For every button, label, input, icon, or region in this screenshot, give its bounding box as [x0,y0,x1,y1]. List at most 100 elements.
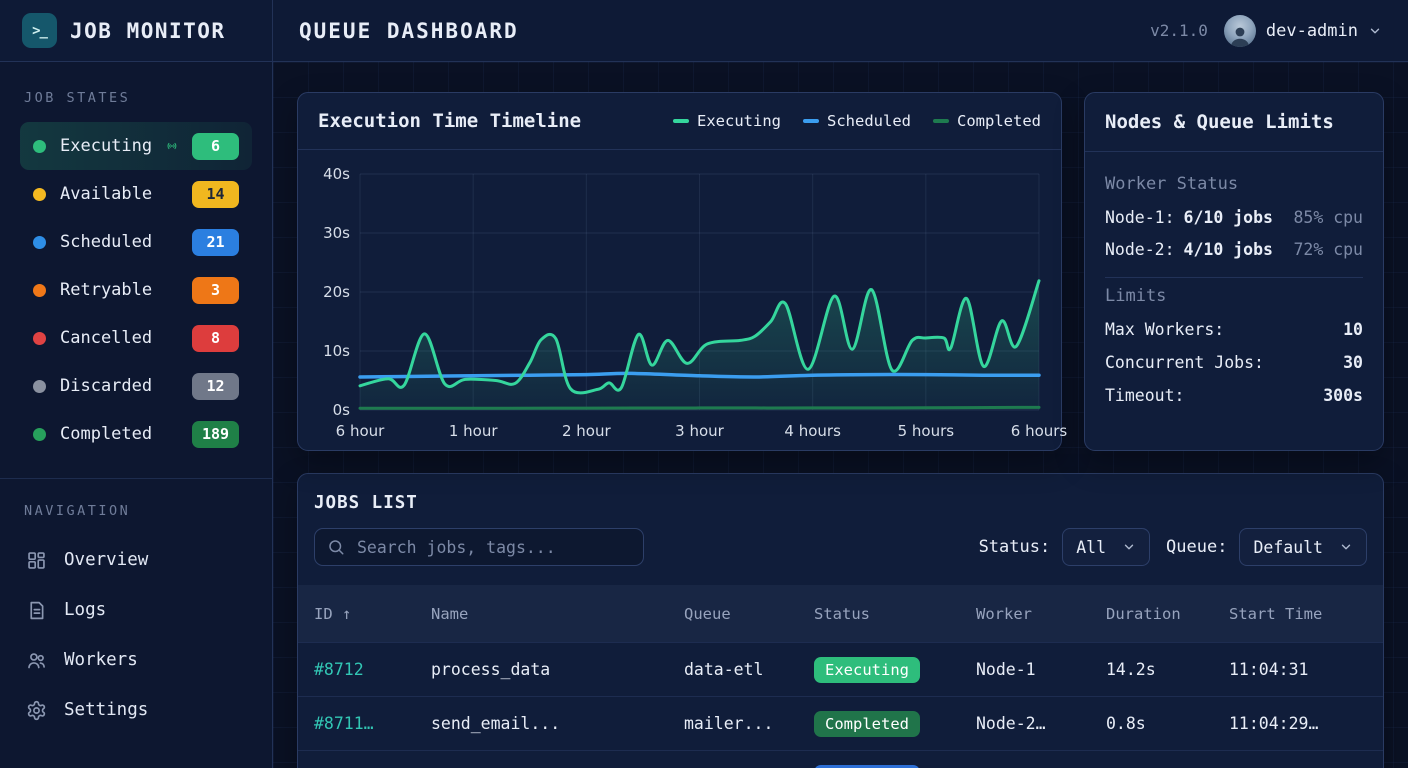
legend-item-scheduled[interactable]: Scheduled [803,112,911,130]
job-id-link[interactable]: #8712 [314,660,431,679]
job-start-time: 11:04:29… [1229,714,1319,733]
limit-value: 10 [1343,320,1363,339]
y-tick: 10s [323,342,350,360]
worker-name: Node-2: [1105,240,1175,259]
filter-select-status[interactable]: All [1062,528,1151,566]
nav-label: Workers [64,650,138,670]
worker-status-heading: Worker Status [1105,174,1239,194]
state-label: Discarded [60,376,153,396]
main-content: Execution Time Timeline Executing Schedul… [273,62,1408,768]
filter-label: Queue: [1166,537,1228,557]
worker-name: Node-1: [1105,208,1175,227]
column-header-6[interactable]: Start Time [1229,605,1367,623]
state-dot [33,283,46,297]
column-header-5[interactable]: Duration [1106,605,1229,623]
nav-label: Logs [64,600,107,620]
file-icon [26,600,47,621]
state-label: Retryable [60,280,153,300]
sidebar-state-completed[interactable]: Completed 189 [20,410,252,458]
legend-item-completed[interactable]: Completed [933,112,1041,130]
limit-label: Timeout: [1105,386,1185,405]
filter-select-queue[interactable]: Default [1239,528,1367,566]
column-header-3[interactable]: Status [814,605,976,623]
column-header-1[interactable]: Name [431,605,684,623]
state-label: Available [60,184,153,204]
chevron-down-icon [1122,540,1136,554]
nodes-divider [1105,277,1363,278]
state-count-badge: 3 [192,276,239,304]
state-label: Cancelled [60,328,153,348]
state-dot [33,379,46,393]
job-duration: 14.2s [1106,660,1156,679]
nodes-card-title: Nodes & Queue Limits [1085,93,1383,152]
user-menu[interactable]: dev-admin [1223,14,1382,47]
avatar [1223,14,1256,47]
state-dot [33,187,46,201]
app-window: >_ JOB MONITOR QUEUE DASHBOARD v2.1.0 de… [0,0,1408,768]
worker-jobs: 4/10 jobs [1183,240,1273,259]
job-queue: data-etl [684,660,764,679]
column-header-4[interactable]: Worker [976,605,1106,623]
x-tick: 6 hours [1010,422,1068,440]
limits-heading: Limits [1105,286,1167,306]
nav-label: Settings [64,700,149,720]
status-badge: Scheduled [814,764,920,768]
limit-label: Concurrent Jobs: [1105,353,1264,372]
jobs-list-title: JOBS LIST [314,493,418,513]
table-row[interactable]: #8711… send_email... mailer... Completed Nod… [298,696,1383,750]
sidebar-item-workers[interactable]: Workers [20,635,252,685]
limit-row: Max Workers: 10 [1105,320,1363,339]
legend-item-executing[interactable]: Executing [673,112,781,130]
users-icon [26,650,47,671]
state-count-badge: 21 [192,228,239,256]
column-header-0[interactable]: ID ↑ [314,605,431,623]
table-row[interactable]: #8712 process_data data-etl Executing Node-1… [298,642,1383,696]
timeline-plot [360,174,1039,410]
state-count-badge: 8 [192,324,239,352]
search-box[interactable] [314,528,644,566]
sidebar-item-overview[interactable]: Overview [20,535,252,585]
series-line-completed [360,407,1039,408]
job-start-time: 11:04:31 [1229,660,1309,679]
chevron-down-icon [1368,24,1382,38]
job-duration: 0.8s [1106,714,1146,733]
state-count-badge: 14 [192,180,239,208]
job-id-link[interactable]: #8711… [314,714,431,733]
navigation-list: Overview Logs Workers Settings [20,535,252,735]
sidebar-item-logs[interactable]: Logs [20,585,252,635]
legend-swatch [933,119,949,123]
x-tick: 5 hours [897,422,955,440]
sidebar-state-executing[interactable]: Executing 6 [20,122,252,170]
app-title: JOB MONITOR [70,18,226,43]
status-badge: Executing [814,656,920,683]
column-header-2[interactable]: Queue [684,605,814,623]
table-row[interactable]: #8710process_datamailerScheduledNode-10.… [298,750,1383,768]
job-states-heading: JOB STATES [24,90,131,106]
filter-status: Status: All [978,528,1151,566]
sidebar-state-scheduled[interactable]: Scheduled 21 [20,218,252,266]
filter-label: Status: [978,537,1051,557]
timeline-title: Execution Time Timeline [318,110,582,132]
sidebar-state-cancelled[interactable]: Cancelled 8 [20,314,252,362]
x-axis-labels: 6 hour 1 hour 2 hour 3 hour 4 hours 5 hours 6 … [336,410,1068,448]
legend-label: Scheduled [827,112,911,130]
select-value: Default [1253,537,1323,557]
timeline-svg [360,174,1039,410]
job-states-list: Executing 6 Available 14 Scheduled 21 Retryabl… [20,122,252,458]
terminal-logo-icon: >_ [22,13,57,48]
sidebar-state-discarded[interactable]: Discarded 12 [20,362,252,410]
job-queue: mailer... [684,714,774,733]
state-count-badge: 189 [192,420,239,448]
job-worker: Node-2… [976,714,1046,733]
legend-label: Executing [697,112,781,130]
search-input[interactable] [355,536,631,558]
job-name: process_data [431,660,551,679]
sidebar-state-retryable[interactable]: Retryable 3 [20,266,252,314]
limit-value: 300s [1323,386,1363,405]
sidebar-item-settings[interactable]: Settings [20,685,252,735]
jobs-table-body: #8712 process_data data-etl Executing Node-1… [298,642,1383,768]
brand: >_ JOB MONITOR [0,0,273,62]
sidebar-state-available[interactable]: Available 14 [20,170,252,218]
worker-status-row: Node-2: 4/10 jobs 72% cpu [1105,240,1363,259]
state-dot [33,235,46,249]
